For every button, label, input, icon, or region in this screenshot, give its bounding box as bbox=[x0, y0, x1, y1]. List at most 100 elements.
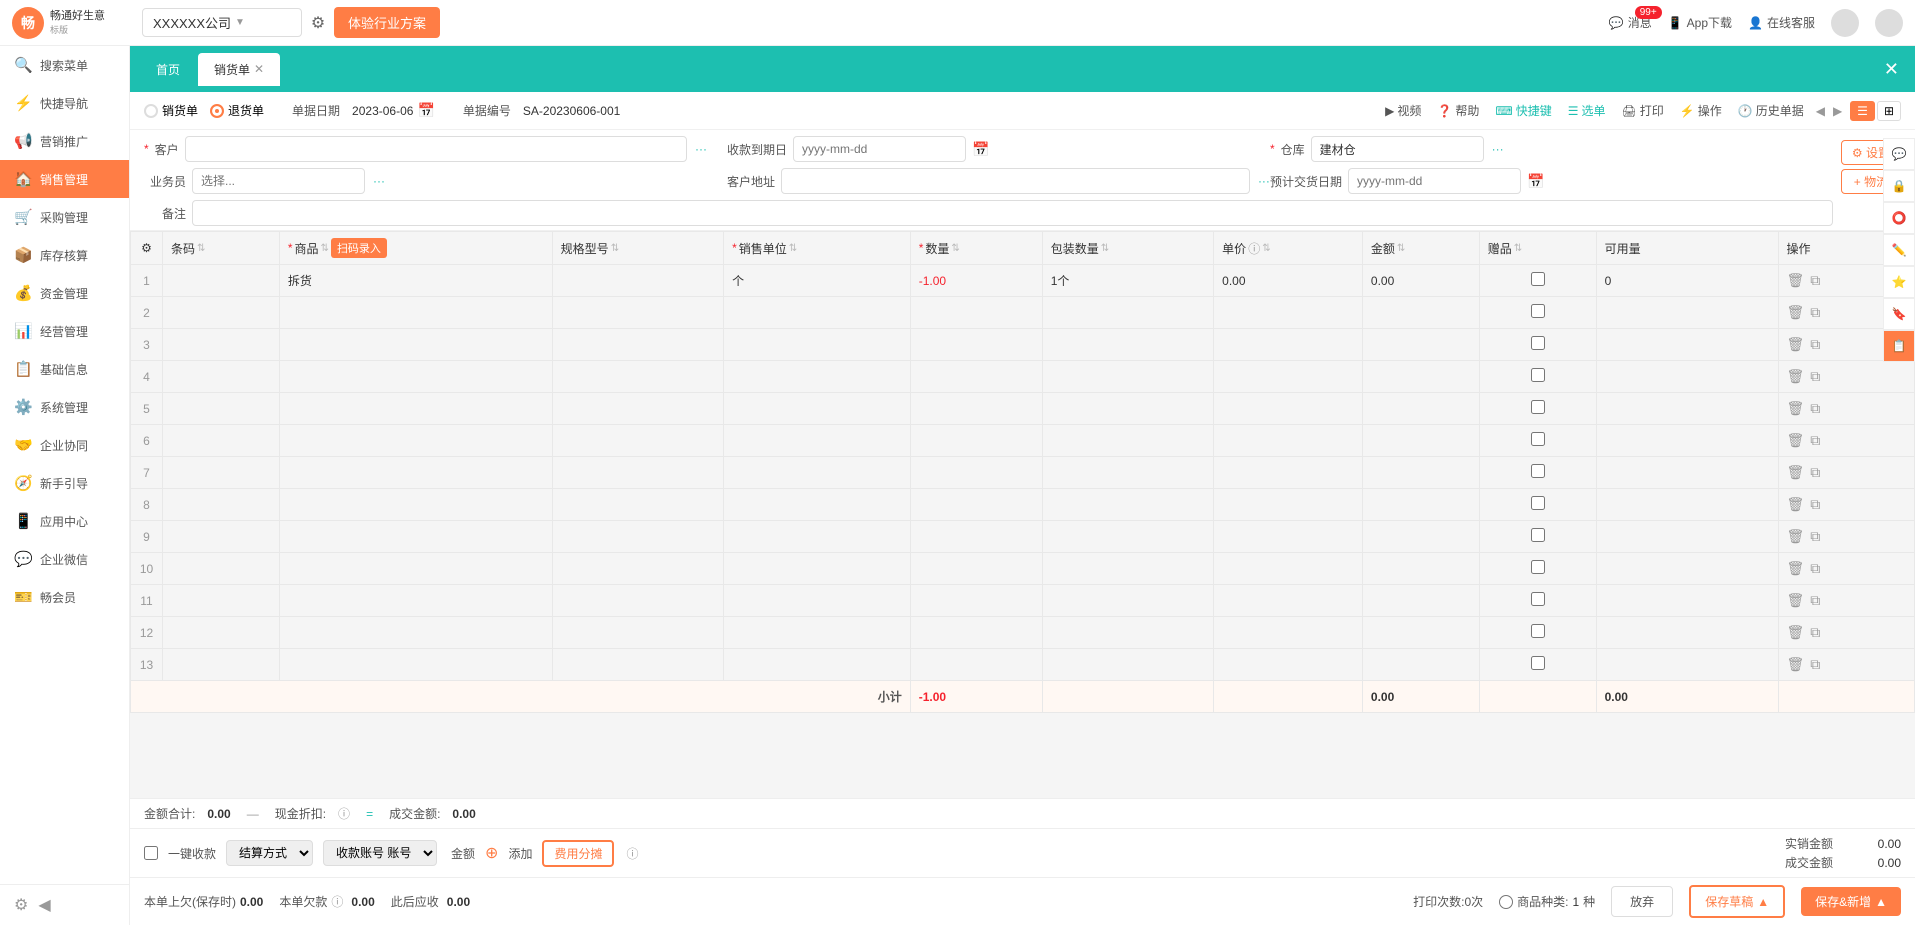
price-info-icon[interactable]: ⓘ bbox=[1248, 240, 1260, 257]
price-sort-icon[interactable]: ⇅ bbox=[1262, 243, 1270, 254]
history-btn[interactable]: 🕐 历史单据 bbox=[1734, 100, 1808, 121]
cell-gift-13[interactable] bbox=[1479, 649, 1596, 681]
sidebar-item-enterprise[interactable]: 🤝 企业协同 bbox=[0, 426, 129, 464]
sidebar-item-wechat[interactable]: 💬 企业微信 bbox=[0, 540, 129, 578]
cell-unit-1[interactable]: 个 bbox=[724, 265, 911, 297]
cell-barcode-4[interactable] bbox=[163, 361, 280, 393]
cell-amount-1[interactable]: 0.00 bbox=[1362, 265, 1479, 297]
cell-quantity-11[interactable] bbox=[910, 585, 1042, 617]
spec-sort-icon[interactable]: ⇅ bbox=[611, 243, 619, 254]
copy-icon-10[interactable]: ⧉ bbox=[1810, 560, 1820, 577]
cell-amount-7[interactable] bbox=[1362, 457, 1479, 489]
cell-amount-2[interactable] bbox=[1362, 297, 1479, 329]
cell-price-2[interactable] bbox=[1214, 297, 1363, 329]
copy-icon-3[interactable]: ⧉ bbox=[1810, 336, 1820, 353]
cell-product-5[interactable] bbox=[279, 393, 552, 425]
cell-amount-8[interactable] bbox=[1362, 489, 1479, 521]
cell-unit-6[interactable] bbox=[724, 425, 911, 457]
unit-sort-icon[interactable]: ⇅ bbox=[789, 243, 797, 254]
cell-product-2[interactable] bbox=[279, 297, 552, 329]
tab-home[interactable]: 首页 bbox=[140, 53, 196, 86]
cell-price-12[interactable] bbox=[1214, 617, 1363, 649]
sidebar-item-marketing[interactable]: 📢 营销推广 bbox=[0, 122, 129, 160]
cell-amount-3[interactable] bbox=[1362, 329, 1479, 361]
info-icon[interactable]: ⓘ bbox=[338, 805, 350, 822]
cell-gift-11[interactable] bbox=[1479, 585, 1596, 617]
cell-barcode-3[interactable] bbox=[163, 329, 280, 361]
scan-btn[interactable]: 扫码录入 bbox=[331, 238, 387, 258]
notes-input[interactable] bbox=[192, 200, 1833, 226]
cell-gift-7[interactable] bbox=[1479, 457, 1596, 489]
cell-quantity-9[interactable] bbox=[910, 521, 1042, 553]
cell-barcode-2[interactable] bbox=[163, 297, 280, 329]
product-type-radio[interactable] bbox=[1499, 895, 1513, 909]
copy-icon-5[interactable]: ⧉ bbox=[1810, 400, 1820, 417]
gift-checkbox-1[interactable] bbox=[1531, 272, 1545, 286]
cell-price-1[interactable]: 0.00 bbox=[1214, 265, 1363, 297]
cell-gift-2[interactable] bbox=[1479, 297, 1596, 329]
cell-product-11[interactable] bbox=[279, 585, 552, 617]
cell-gift-8[interactable] bbox=[1479, 489, 1596, 521]
sidebar-item-purchase[interactable]: 🛒 采购管理 bbox=[0, 198, 129, 236]
cell-spec-8[interactable] bbox=[552, 489, 723, 521]
cell-gift-6[interactable] bbox=[1479, 425, 1596, 457]
gift-checkbox-12[interactable] bbox=[1531, 624, 1545, 638]
online-service-btn[interactable]: 👤 在线客服 bbox=[1748, 14, 1815, 31]
company-settings-button[interactable]: ⚙ bbox=[302, 7, 334, 39]
cell-quantity-12[interactable] bbox=[910, 617, 1042, 649]
cell-gift-1[interactable] bbox=[1479, 265, 1596, 297]
sidebar-item-inventory[interactable]: 📦 库存核算 bbox=[0, 236, 129, 274]
trial-button[interactable]: 体验行业方案 bbox=[334, 7, 440, 38]
cell-pack-12[interactable] bbox=[1042, 617, 1213, 649]
cell-spec-1[interactable] bbox=[552, 265, 723, 297]
operations-btn[interactable]: ⚡ 操作 bbox=[1676, 100, 1726, 121]
save-new-button[interactable]: 保存&新增 ▲ bbox=[1801, 887, 1901, 916]
salesperson-input[interactable] bbox=[192, 168, 365, 194]
amount-sort-icon[interactable]: ⇅ bbox=[1397, 243, 1405, 254]
cell-price-6[interactable] bbox=[1214, 425, 1363, 457]
delete-icon-1[interactable]: 🗑 bbox=[1787, 272, 1805, 289]
column-settings-icon[interactable]: ⚙ bbox=[141, 241, 152, 255]
cell-amount-12[interactable] bbox=[1362, 617, 1479, 649]
delete-icon-11[interactable]: 🗑 bbox=[1787, 592, 1805, 609]
tab-sales-order[interactable]: 销货单 ✕ bbox=[198, 53, 280, 86]
company-selector[interactable]: XXXXXX公司 ▼ bbox=[142, 8, 302, 37]
cell-spec-12[interactable] bbox=[552, 617, 723, 649]
cell-barcode-12[interactable] bbox=[163, 617, 280, 649]
rf-star-btn[interactable]: ⭐ bbox=[1883, 266, 1915, 298]
delete-icon-4[interactable]: 🗑 bbox=[1787, 368, 1805, 385]
rf-edit-btn[interactable]: ✏️ bbox=[1883, 234, 1915, 266]
cell-unit-4[interactable] bbox=[724, 361, 911, 393]
address-dots[interactable]: ··· bbox=[1258, 174, 1270, 188]
delete-icon-7[interactable]: 🗑 bbox=[1787, 464, 1805, 481]
cell-spec-7[interactable] bbox=[552, 457, 723, 489]
delete-icon-9[interactable]: 🗑 bbox=[1787, 528, 1805, 545]
cell-pack-9[interactable] bbox=[1042, 521, 1213, 553]
avatar-secondary[interactable] bbox=[1875, 9, 1903, 37]
cell-product-12[interactable] bbox=[279, 617, 552, 649]
rf-orange-btn[interactable]: 📋 bbox=[1883, 330, 1915, 362]
app-download-btn[interactable]: 📱 App下载 bbox=[1668, 14, 1732, 31]
warehouse-dots[interactable]: ··· bbox=[1492, 142, 1504, 156]
help-btn[interactable]: ❓ 帮助 bbox=[1433, 100, 1483, 121]
settlement-select[interactable]: 结算方式 bbox=[226, 840, 313, 866]
rf-shield-btn[interactable]: 🔒 bbox=[1883, 170, 1915, 202]
due-date-input[interactable] bbox=[793, 136, 966, 162]
rf-bookmark-btn[interactable]: 🔖 bbox=[1883, 298, 1915, 330]
shortcut-btn[interactable]: ⌨ 快捷键 bbox=[1491, 100, 1555, 121]
print-btn[interactable]: 🖨 打印 bbox=[1618, 100, 1668, 121]
customer-input[interactable] bbox=[185, 136, 687, 162]
cell-pack-7[interactable] bbox=[1042, 457, 1213, 489]
cell-quantity-6[interactable] bbox=[910, 425, 1042, 457]
cell-product-6[interactable] bbox=[279, 425, 552, 457]
copy-icon-6[interactable]: ⧉ bbox=[1810, 432, 1820, 449]
delete-icon-13[interactable]: 🗑 bbox=[1787, 656, 1805, 673]
th-settings[interactable]: ⚙ bbox=[131, 232, 163, 265]
cell-pack-8[interactable] bbox=[1042, 489, 1213, 521]
close-window-button[interactable]: ✕ bbox=[1878, 59, 1905, 80]
delete-icon-3[interactable]: 🗑 bbox=[1787, 336, 1805, 353]
nav-next-icon[interactable]: ▶ bbox=[1833, 104, 1842, 118]
sidebar-item-system[interactable]: ⚙️ 系统管理 bbox=[0, 388, 129, 426]
gift-checkbox-10[interactable] bbox=[1531, 560, 1545, 574]
cell-price-3[interactable] bbox=[1214, 329, 1363, 361]
